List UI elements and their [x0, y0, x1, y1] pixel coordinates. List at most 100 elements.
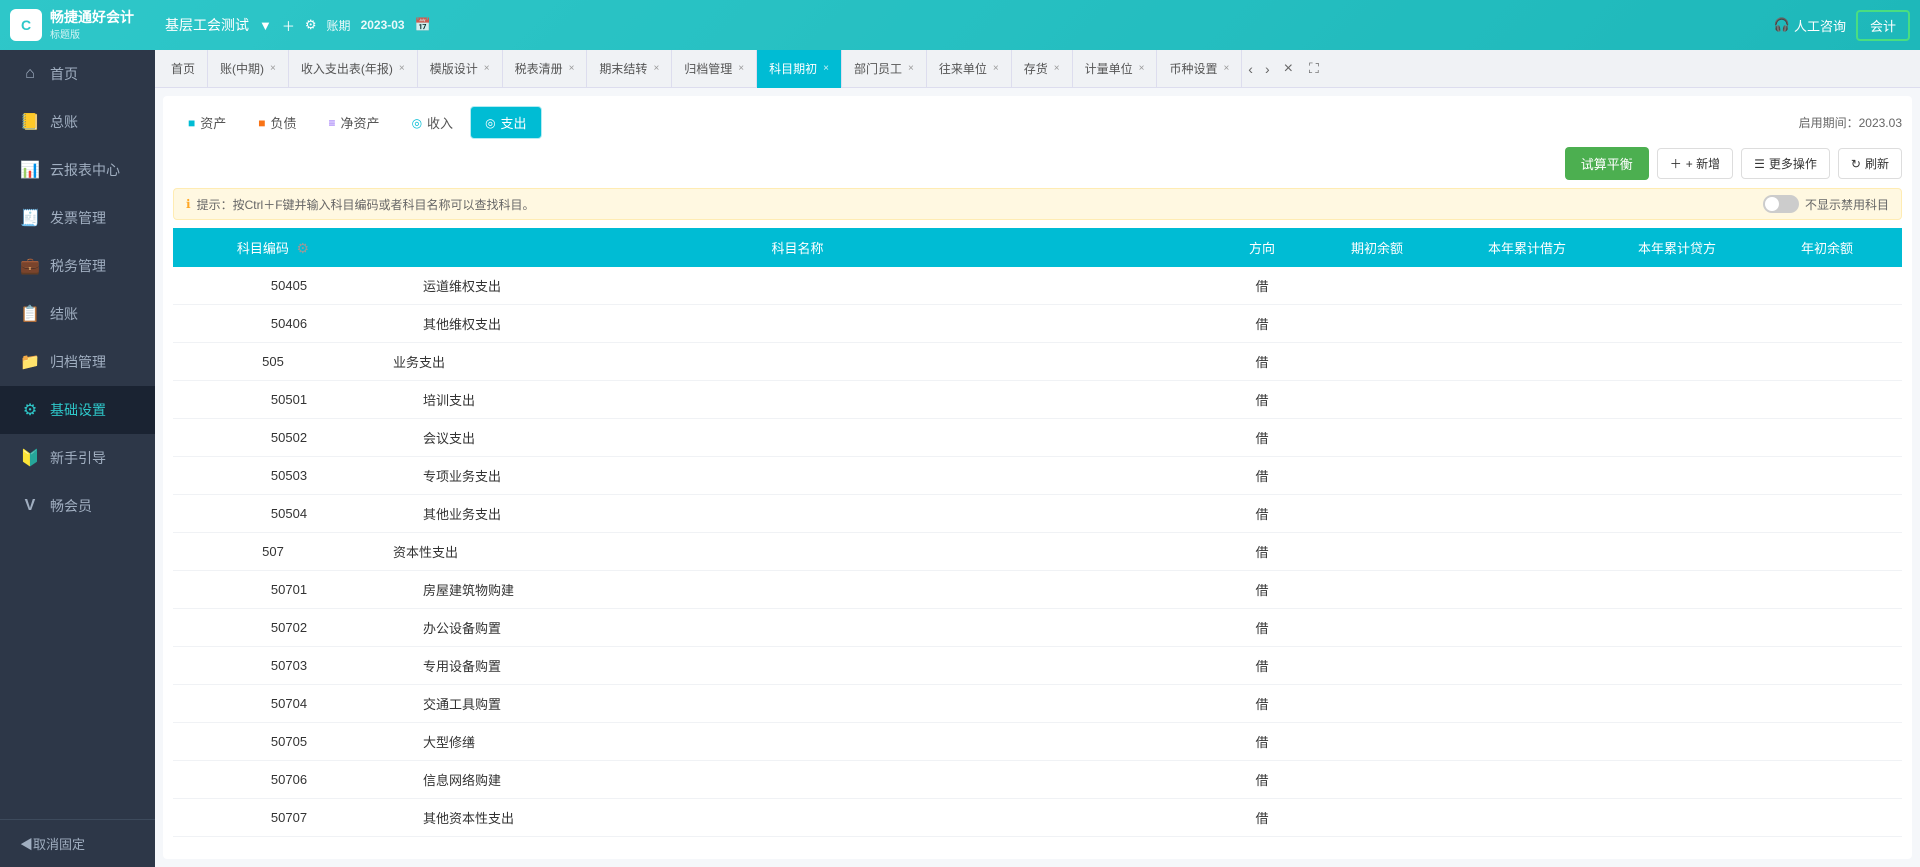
- tab-close-all-button[interactable]: ×: [1276, 56, 1301, 82]
- sidebar-item-tax[interactable]: 💼 税务管理: [0, 242, 155, 290]
- sidebar-item-ledger[interactable]: 📒 总账: [0, 98, 155, 146]
- tab-mid-period[interactable]: 账(中期) ×: [208, 50, 289, 88]
- sidebar-label-archive: 归档管理: [50, 352, 106, 372]
- table-row[interactable]: 50503专项业务支出借: [173, 457, 1902, 495]
- table-row[interactable]: 50704交通工具购置借: [173, 685, 1902, 723]
- tab-template[interactable]: 模版设计 ×: [418, 50, 503, 88]
- sidebar-item-settings[interactable]: ⚙ 基础设置: [0, 386, 155, 434]
- tab-prev-button[interactable]: ‹: [1242, 57, 1259, 81]
- dropdown-icon[interactable]: ▼: [259, 18, 272, 33]
- header-right: 🎧 人工咨询 会计: [1774, 10, 1910, 41]
- cell-year-initial: [1752, 837, 1902, 850]
- tab-close-currency[interactable]: ×: [1223, 63, 1229, 74]
- pin-button[interactable]: ◀取消固定: [0, 819, 155, 867]
- sub-tab-asset[interactable]: ■ 资产: [173, 106, 241, 139]
- table-row[interactable]: 50706信息网络购建借: [173, 761, 1902, 799]
- help-button[interactable]: 🎧 人工咨询: [1774, 16, 1846, 35]
- refresh-button[interactable]: ↻ 刷新: [1838, 148, 1902, 179]
- cell-initial: [1302, 571, 1452, 609]
- tab-archive[interactable]: 归档管理 ×: [672, 50, 757, 88]
- tab-close-subject[interactable]: ×: [823, 63, 829, 74]
- more-actions-button[interactable]: ☰ 更多操作: [1741, 148, 1830, 179]
- table-row[interactable]: 50705大型修缮借: [173, 723, 1902, 761]
- sidebar-item-guide[interactable]: 🔰 新手引导: [0, 434, 155, 482]
- table-row[interactable]: 50707其他资本性支出借: [173, 799, 1902, 837]
- table-row[interactable]: 50405运道维权支出借: [173, 267, 1902, 305]
- tab-counterpart[interactable]: 往来单位 ×: [927, 50, 1012, 88]
- invoice-icon: 🧾: [20, 208, 40, 228]
- cell-direction: 借: [1222, 343, 1302, 381]
- cell-code: 50702: [173, 609, 373, 647]
- disabled-toggle[interactable]: [1763, 195, 1799, 213]
- table-row[interactable]: 505业务支出借: [173, 343, 1902, 381]
- tab-inventory[interactable]: 存货 ×: [1012, 50, 1073, 88]
- tab-next-button[interactable]: ›: [1259, 57, 1276, 81]
- cell-name: 信息网络购建: [373, 761, 1222, 799]
- tab-close-counterpart[interactable]: ×: [993, 63, 999, 74]
- table-row[interactable]: 510其他支出借: [173, 837, 1902, 850]
- table-row[interactable]: 50701房屋建筑物购建借: [173, 571, 1902, 609]
- logo-abbr: C: [21, 17, 31, 33]
- calendar-icon[interactable]: 📅: [415, 17, 431, 33]
- table-container: 科目编码 ⚙ 科目名称 方向 期初余额 本年累计借方 本年累计贷方 年初余额 5: [173, 228, 1902, 849]
- tab-dept[interactable]: 部门员工 ×: [842, 50, 927, 88]
- logo-icon: C: [10, 9, 42, 41]
- sub-tab-liability[interactable]: ■ 负债: [243, 106, 311, 139]
- sub-tab-equity[interactable]: ≡ 净资产: [314, 106, 395, 139]
- table-row[interactable]: 50504其他业务支出借: [173, 495, 1902, 533]
- sub-tab-income[interactable]: ◎ 收入: [397, 106, 469, 139]
- table-row[interactable]: 50501培训支出借: [173, 381, 1902, 419]
- cell-direction: 借: [1222, 799, 1302, 837]
- table-row[interactable]: 507资本性支出借: [173, 533, 1902, 571]
- settings-icon[interactable]: ⚙: [305, 17, 317, 33]
- tab-income-report[interactable]: 收入支出表(年报) ×: [289, 50, 418, 88]
- toggle-label: 不显示禁用科目: [1805, 196, 1889, 213]
- table-row[interactable]: 50406其他维权支出借: [173, 305, 1902, 343]
- cell-ytd-debit: [1452, 685, 1602, 723]
- sidebar-item-reports[interactable]: 📊 云报表中心: [0, 146, 155, 194]
- tab-close-period[interactable]: ×: [653, 63, 659, 74]
- tab-period-end[interactable]: 期末结转 ×: [587, 50, 672, 88]
- cell-direction: 借: [1222, 685, 1302, 723]
- tab-currency[interactable]: 币种设置 ×: [1157, 50, 1242, 88]
- tab-close-archive[interactable]: ×: [738, 63, 744, 74]
- sub-tab-expense[interactable]: ◎ 支出: [470, 106, 542, 139]
- col-settings-icon[interactable]: ⚙: [297, 240, 310, 256]
- add-icon[interactable]: ＋: [282, 16, 295, 35]
- tab-close-income[interactable]: ×: [399, 63, 405, 74]
- sidebar-item-member[interactable]: V 畅会员: [0, 482, 155, 530]
- col-ytd-credit: 本年累计贷方: [1602, 228, 1752, 267]
- tab-home[interactable]: 首页: [159, 50, 208, 88]
- sidebar-item-archive[interactable]: 📁 归档管理: [0, 338, 155, 386]
- tab-close-tax[interactable]: ×: [569, 63, 575, 74]
- cell-direction: 借: [1222, 419, 1302, 457]
- add-icon: ＋: [1670, 155, 1682, 172]
- tab-close-mid[interactable]: ×: [270, 63, 276, 74]
- cell-name: 其他资本性支出: [373, 799, 1222, 837]
- table-row[interactable]: 50502会议支出借: [173, 419, 1902, 457]
- add-button[interactable]: ＋ + 新增: [1657, 148, 1733, 179]
- table-row[interactable]: 50702办公设备购置借: [173, 609, 1902, 647]
- company-name[interactable]: 基层工会测试: [165, 15, 249, 35]
- tab-close-unit[interactable]: ×: [1139, 63, 1145, 74]
- tab-expand-button[interactable]: ⛶: [1301, 56, 1327, 81]
- tab-close-inventory[interactable]: ×: [1054, 63, 1060, 74]
- tab-unit[interactable]: 计量单位 ×: [1073, 50, 1158, 88]
- tab-close-dept[interactable]: ×: [908, 63, 914, 74]
- calc-balance-button[interactable]: 试算平衡: [1565, 147, 1649, 180]
- tab-label-home: 首页: [171, 60, 195, 77]
- cell-initial: [1302, 761, 1452, 799]
- sidebar-item-close[interactable]: 📋 结账: [0, 290, 155, 338]
- cell-code: 50701: [173, 571, 373, 609]
- sidebar-item-invoice[interactable]: 🧾 发票管理: [0, 194, 155, 242]
- sidebar-item-home[interactable]: ⌂ 首页: [0, 50, 155, 98]
- account-button[interactable]: 会计: [1856, 10, 1910, 41]
- tab-tax[interactable]: 税表清册 ×: [503, 50, 588, 88]
- table-row[interactable]: 50703专用设备购置借: [173, 647, 1902, 685]
- cell-ytd-debit: [1452, 419, 1602, 457]
- tab-label-period: 期末结转: [599, 60, 647, 77]
- tab-subject-initial[interactable]: 科目期初 ×: [757, 50, 842, 88]
- cell-initial: [1302, 419, 1452, 457]
- col-code: 科目编码 ⚙: [173, 228, 373, 267]
- tab-close-template[interactable]: ×: [484, 63, 490, 74]
